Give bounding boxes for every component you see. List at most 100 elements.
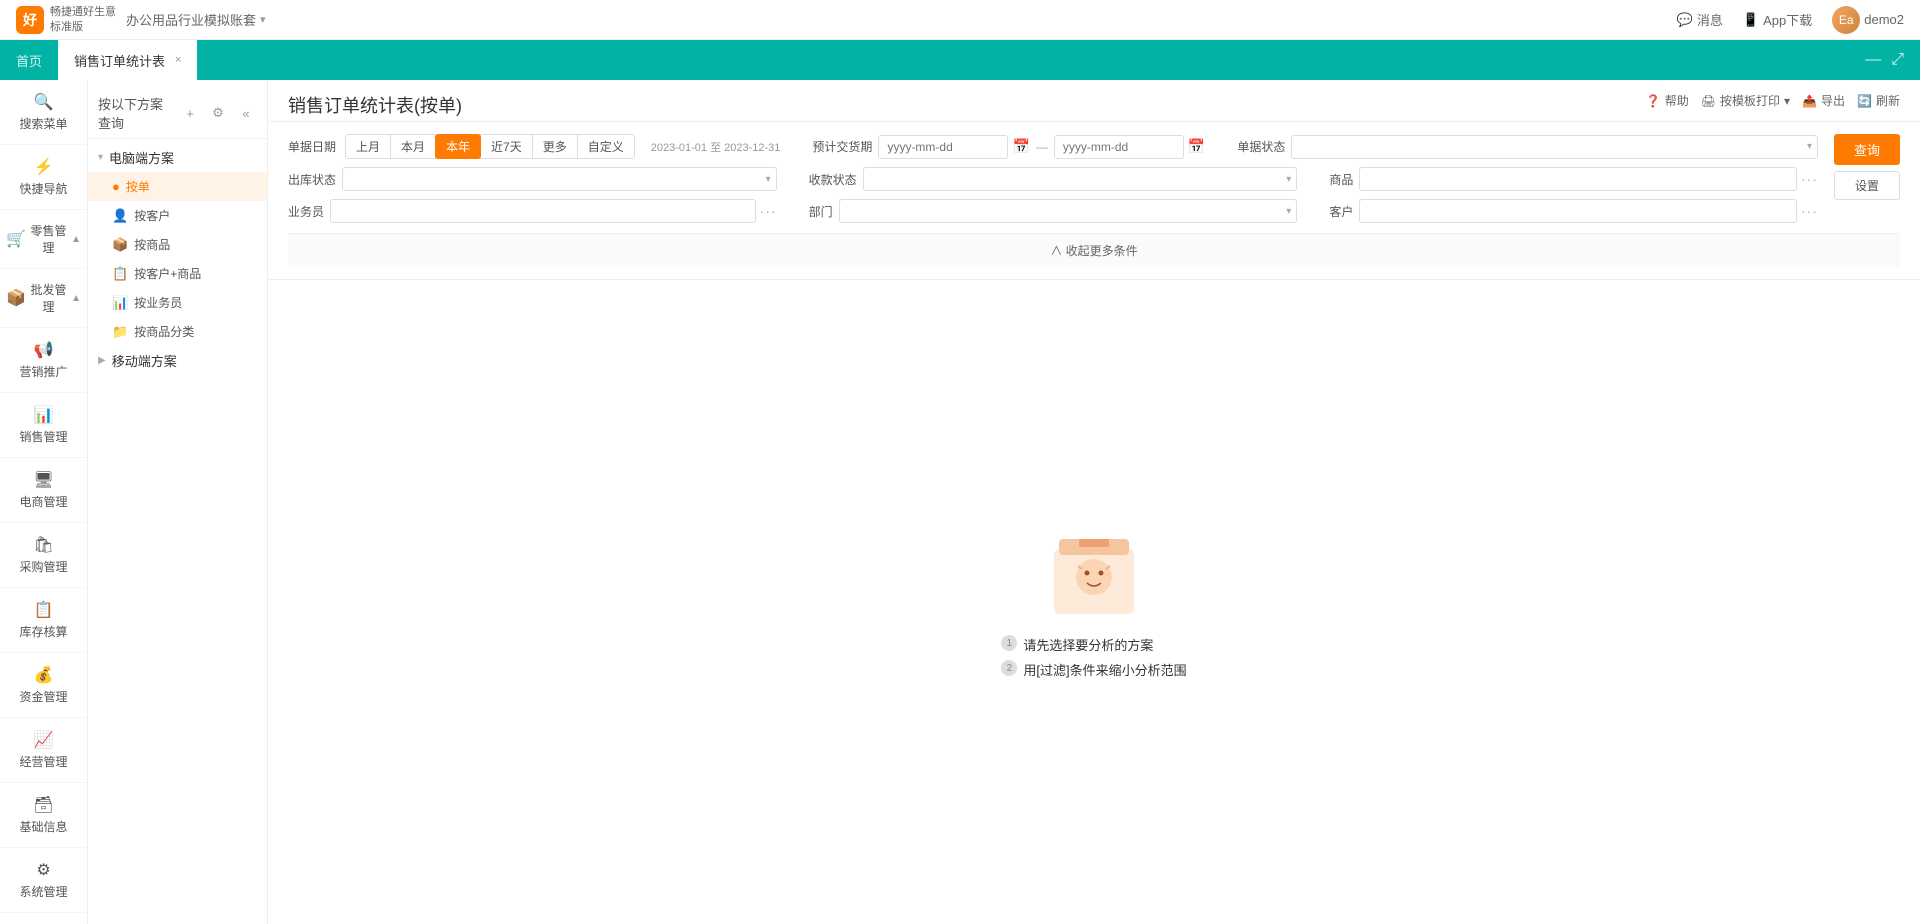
dept-select[interactable] (839, 199, 1298, 223)
tab-home[interactable]: 首页 (0, 40, 58, 80)
sidebar-item-sales[interactable]: 📊 销售管理 (0, 393, 87, 458)
sidebar-item-base[interactable]: 🗃 基础信息 (0, 783, 87, 848)
message-action[interactable]: 💬 消息 (1677, 10, 1723, 29)
product-more-btn[interactable]: ··· (1801, 171, 1818, 187)
maximize-icon[interactable]: ⤢ (1891, 51, 1904, 69)
scheme-item-by-product[interactable]: 📦 按商品 (88, 230, 267, 259)
date-tab-this-year[interactable]: 本年 (435, 134, 481, 159)
desktop-section-title[interactable]: ▾ 电脑端方案 (88, 143, 267, 172)
empty-tips: 1 请先选择要分析的方案 2 用[过滤]条件来缩小分析范围 (1001, 635, 1186, 685)
scheme-item-by-category[interactable]: 📁 按商品分类 (88, 317, 267, 346)
sidebar-item-marketing[interactable]: 📢 营销推广 (0, 328, 87, 393)
mobile-expand-icon: ▶ (98, 355, 106, 366)
date-tab-last-month[interactable]: 上月 (345, 134, 391, 159)
scheme-item-by-order[interactable]: ● 按单 (88, 172, 267, 201)
date-from-wrap: 📅 (878, 135, 1029, 159)
scheme-by-customer-icon: 👤 (112, 208, 128, 224)
query-btn[interactable]: 查询 (1834, 134, 1900, 165)
product-label: 商品 (1329, 171, 1353, 188)
scheme-item-by-salesman[interactable]: 📊 按业务员 (88, 288, 267, 317)
date-tab-more[interactable]: 更多 (532, 134, 578, 159)
cal-to-icon[interactable]: 📅 (1188, 138, 1205, 155)
window-title: 办公用品行业模拟账套 (126, 10, 256, 29)
salesman-more-btn[interactable]: ··· (760, 203, 777, 219)
top-bar-left: 好 畅捷通好生意 标准版 办公用品行业模拟账套 ▾ (16, 5, 266, 34)
customer-label: 客户 (1329, 203, 1353, 220)
main-layout: 🔍 搜索菜单 ⚡ 快捷导航 🛒 零售管理 ▲ 📦 批发管理 ▲ 📢 营销推广 📊… (0, 80, 1920, 924)
customer-input[interactable] (1359, 199, 1797, 223)
retail-icon: 🛒 (6, 229, 26, 249)
sidebar-item-quick-nav[interactable]: ⚡ 快捷导航 (0, 145, 87, 210)
order-status-select[interactable] (1291, 135, 1818, 159)
sidebar-item-search-menu[interactable]: 🔍 搜索菜单 (0, 80, 87, 145)
message-icon: 💬 (1677, 12, 1693, 28)
inventory-icon: 📋 (34, 600, 54, 620)
out-status-cell: 出库状态 ▾ (288, 167, 793, 191)
settings-btn[interactable]: 设置 (1834, 171, 1900, 200)
export-icon: 📤 (1802, 94, 1817, 108)
user-area[interactable]: Ea demo2 (1832, 6, 1904, 34)
sidebar-item-purchase[interactable]: 🛍 采购管理 (0, 523, 87, 588)
page-actions: ❓ 帮助 🖨 按模板打印 ▾ 📤 导出 🔄 刷新 (1646, 92, 1900, 121)
date-tab-this-month[interactable]: 本月 (390, 134, 436, 159)
product-input[interactable] (1359, 167, 1797, 191)
purchase-icon: 🛍 (33, 535, 53, 555)
out-status-select[interactable] (342, 167, 777, 191)
mobile-section-title[interactable]: ▶ 移动端方案 (88, 346, 267, 375)
empty-icon-area (1034, 519, 1154, 619)
order-status-select-wrap: ▾ (1291, 135, 1818, 159)
export-btn[interactable]: 📤 导出 (1802, 92, 1845, 109)
sales-icon: 📊 (34, 405, 54, 425)
minimize-icon[interactable]: — (1865, 51, 1881, 69)
app-download-action[interactable]: 📱 App下载 (1743, 10, 1812, 29)
scheme-item-by-customer[interactable]: 👤 按客户 (88, 201, 267, 230)
app-title-area[interactable]: 办公用品行业模拟账套 ▾ (126, 10, 266, 29)
order-status-label: 单据状态 (1237, 138, 1285, 155)
left-panel: 按以下方案查询 + ⚙ « ▾ 电脑端方案 ● 按单 👤 按客户 📦 按商品 📋… (88, 80, 268, 924)
sidebar-item-finance[interactable]: 💰 资金管理 (0, 653, 87, 718)
tab-active[interactable]: 销售订单统计表 × (58, 40, 197, 80)
scheme-by-product-icon: 📦 (112, 237, 128, 253)
date-to-input[interactable] (1054, 135, 1184, 159)
print-arrow[interactable]: ▾ (1784, 94, 1790, 108)
sidebar-item-enterprise[interactable]: 🤝 企业协同 (0, 913, 87, 924)
product-input-wrap: ··· (1359, 167, 1818, 191)
sidebar-item-wholesale[interactable]: 📦 批发管理 ▲ (0, 269, 87, 328)
panel-add-btn[interactable]: + (179, 102, 201, 124)
sidebar-item-retail[interactable]: 🛒 零售管理 ▲ (0, 210, 87, 269)
help-icon: ❓ (1646, 94, 1661, 108)
desktop-section-label: 电脑端方案 (109, 148, 174, 167)
sidebar-item-ops[interactable]: 📈 经营管理 (0, 718, 87, 783)
dept-select-wrap: ▾ (839, 199, 1298, 223)
help-btn[interactable]: ❓ 帮助 (1646, 92, 1689, 109)
panel-settings-btn[interactable]: ⚙ (207, 102, 229, 124)
panel-collapse-btn[interactable]: « (235, 102, 257, 124)
receipt-status-select-wrap: ▾ (863, 167, 1298, 191)
window-title-chevron[interactable]: ▾ (260, 13, 266, 26)
print-btn[interactable]: 🖨 按模板打印 ▾ (1701, 92, 1790, 109)
date-tab-last-7[interactable]: 近7天 (480, 134, 533, 159)
tab-close-btn[interactable]: × (175, 54, 181, 66)
dept-label: 部门 (809, 203, 833, 220)
refresh-btn[interactable]: 🔄 刷新 (1857, 92, 1900, 109)
customer-more-btn[interactable]: ··· (1801, 203, 1818, 219)
salesman-input[interactable] (330, 199, 756, 223)
empty-tip-text-2: 用[过滤]条件来缩小分析范围 (1023, 660, 1186, 679)
sidebar-item-ecommerce[interactable]: 🖥 电商管理 (0, 458, 87, 523)
scheme-by-cust-prod-icon: 📋 (112, 266, 128, 282)
finance-icon: 💰 (34, 665, 54, 685)
scheme-item-by-cust-prod[interactable]: 📋 按客户+商品 (88, 259, 267, 288)
sidebar-item-inventory[interactable]: 📋 库存核算 (0, 588, 87, 653)
receipt-status-select[interactable] (863, 167, 1298, 191)
collapse-row[interactable]: ∧ 收起更多条件 (288, 233, 1900, 267)
ops-icon: 📈 (34, 730, 54, 750)
filter-row-3: 业务员 ··· 部门 ▾ (288, 199, 1818, 223)
date-from-input[interactable] (878, 135, 1008, 159)
filter-area: 单据日期 上月 本月 本年 近7天 更多 自定义 2023-01-01 至 20… (268, 122, 1920, 280)
panel-section-label: 按以下方案查询 (98, 94, 173, 132)
date-tab-custom[interactable]: 自定义 (577, 134, 635, 159)
sidebar-item-system[interactable]: ⚙ 系统管理 (0, 848, 87, 913)
cal-from-icon[interactable]: 📅 (1012, 138, 1029, 155)
scheme-by-order-icon: ● (112, 179, 120, 194)
desktop-expand-icon: ▾ (98, 152, 103, 163)
